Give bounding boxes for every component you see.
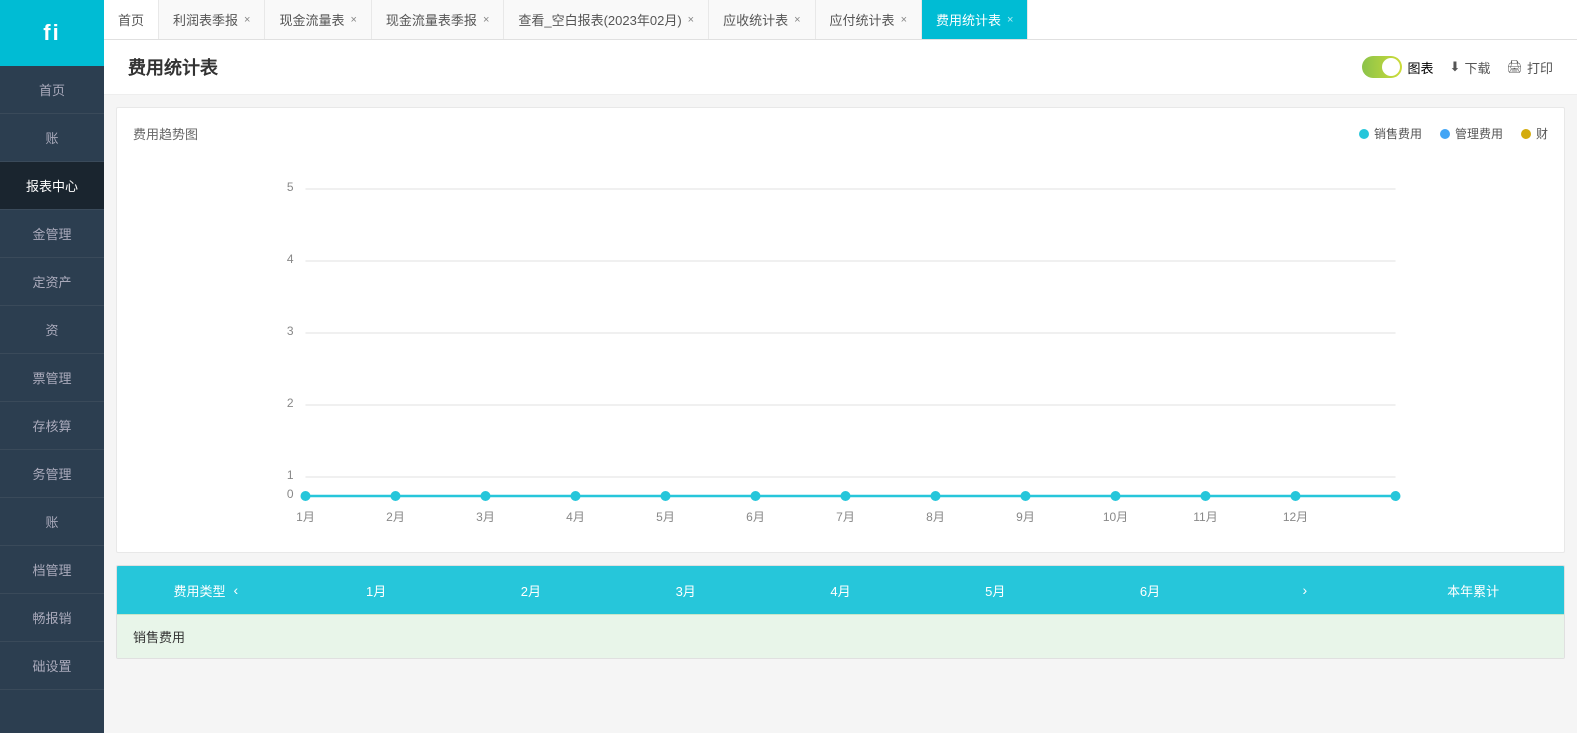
chart-header: 费用趋势图 销售费用 管理费用 财 bbox=[133, 124, 1548, 143]
sidebar-item-inventory[interactable]: 存核算 bbox=[0, 402, 104, 450]
svg-text:5: 5 bbox=[287, 180, 294, 194]
th-m3: 3月 bbox=[608, 581, 763, 600]
chart-legend: 销售费用 管理费用 财 bbox=[1359, 125, 1548, 142]
tab-cashflow[interactable]: 现金流量表 × bbox=[265, 0, 371, 40]
toggle-label: 图表 bbox=[1408, 58, 1434, 77]
chart-title: 费用趋势图 bbox=[133, 124, 198, 143]
svg-text:2: 2 bbox=[287, 396, 294, 410]
print-button[interactable]: 🖨 打印 bbox=[1506, 58, 1553, 77]
th-type: 费用类型 ‹ bbox=[117, 581, 299, 600]
header-actions: 图表 ⬇ 下载 🖨 打印 bbox=[1362, 56, 1553, 78]
page-header: 费用统计表 图表 ⬇ 下载 🖨 打印 bbox=[104, 40, 1577, 95]
tab-payable[interactable]: 应付统计表 × bbox=[816, 0, 922, 40]
svg-text:5月: 5月 bbox=[656, 510, 675, 524]
tab-cashflow-season[interactable]: 现金流量表季报 × bbox=[372, 0, 504, 40]
legend-dot-mgmt bbox=[1440, 129, 1450, 139]
svg-text:1: 1 bbox=[287, 468, 294, 482]
sidebar-item-hr[interactable]: 资 bbox=[0, 306, 104, 354]
table-next-arrow[interactable]: › bbox=[1298, 582, 1311, 598]
sidebar-item-ledger[interactable]: 账 bbox=[0, 498, 104, 546]
download-button[interactable]: ⬇ 下载 bbox=[1450, 58, 1491, 77]
tab-receivable[interactable]: 应收统计表 × bbox=[709, 0, 815, 40]
th-year-total: 本年累计 bbox=[1382, 581, 1564, 600]
legend-label-mgmt: 管理费用 bbox=[1455, 125, 1503, 142]
sidebar: fi 首页 账 报表中心 金管理 定资产 资 票管理 存核算 务管理 账 档管理… bbox=[0, 0, 104, 733]
sidebar-item-invoice[interactable]: 票管理 bbox=[0, 354, 104, 402]
table-row: 销售费用 bbox=[117, 614, 1564, 658]
sidebar-item-fund-mgmt[interactable]: 金管理 bbox=[0, 210, 104, 258]
toggle-track[interactable] bbox=[1362, 56, 1402, 78]
tab-close-cashflow-season[interactable]: × bbox=[483, 14, 489, 26]
tab-close-view-blank[interactable]: × bbox=[688, 14, 694, 26]
main-area: 首页 利润表季报 × 现金流量表 × 现金流量表季报 × 查看_空白报表(202… bbox=[104, 0, 1577, 733]
td-type: 销售费用 bbox=[117, 627, 304, 646]
legend-finance-expense: 财 bbox=[1521, 125, 1548, 142]
svg-text:3月: 3月 bbox=[476, 510, 495, 524]
svg-text:12月: 12月 bbox=[1283, 510, 1308, 524]
tab-bar: 首页 利润表季报 × 现金流量表 × 现金流量表季报 × 查看_空白报表(202… bbox=[104, 0, 1577, 40]
svg-text:0: 0 bbox=[287, 487, 294, 501]
chart-container: 费用趋势图 销售费用 管理费用 财 bbox=[116, 107, 1565, 553]
table-prev-arrow[interactable]: ‹ bbox=[230, 582, 243, 598]
sidebar-item-fixed-assets[interactable]: 定资产 bbox=[0, 258, 104, 306]
tab-home[interactable]: 首页 bbox=[104, 0, 159, 40]
th-m4: 4月 bbox=[763, 581, 918, 600]
tab-close-payable[interactable]: × bbox=[901, 14, 907, 26]
page-content: 费用统计表 图表 ⬇ 下载 🖨 打印 bbox=[104, 40, 1577, 733]
legend-label-finance: 财 bbox=[1536, 125, 1548, 142]
legend-label-sales: 销售费用 bbox=[1374, 125, 1422, 142]
svg-text:10月: 10月 bbox=[1103, 510, 1128, 524]
table-header-row: 费用类型 ‹ 1月 2月 3月 4月 5月 6月 › 本年累计 bbox=[117, 566, 1564, 614]
th-m6: 6月 bbox=[1073, 581, 1228, 600]
svg-text:9月: 9月 bbox=[1016, 510, 1035, 524]
svg-text:7月: 7月 bbox=[836, 510, 855, 524]
page-title: 费用统计表 bbox=[128, 54, 218, 80]
tab-close-cashflow[interactable]: × bbox=[350, 14, 356, 26]
chart-svg: 5 4 3 2 1 0 bbox=[133, 153, 1548, 533]
print-icon: 🖨 bbox=[1506, 59, 1523, 75]
sidebar-item-file-mgmt[interactable]: 档管理 bbox=[0, 546, 104, 594]
sidebar-logo: fi bbox=[0, 0, 104, 66]
sidebar-item-account[interactable]: 账 bbox=[0, 114, 104, 162]
legend-mgmt-expense: 管理费用 bbox=[1440, 125, 1503, 142]
toggle-thumb bbox=[1382, 58, 1400, 76]
chart-svg-wrapper: 5 4 3 2 1 0 bbox=[133, 153, 1548, 536]
tab-close-receivable[interactable]: × bbox=[794, 14, 800, 26]
sidebar-item-settings[interactable]: 础设置 bbox=[0, 642, 104, 690]
th-m5: 5月 bbox=[918, 581, 1073, 600]
sidebar-item-report-center[interactable]: 报表中心 bbox=[0, 162, 104, 210]
tab-profit-season[interactable]: 利润表季报 × bbox=[159, 0, 265, 40]
sidebar-item-home[interactable]: 首页 bbox=[0, 66, 104, 114]
chart-toggle[interactable]: 图表 bbox=[1362, 56, 1434, 78]
expense-table: 费用类型 ‹ 1月 2月 3月 4月 5月 6月 › 本年累计 销售费用 bbox=[116, 565, 1565, 659]
svg-text:6月: 6月 bbox=[746, 510, 765, 524]
svg-text:3: 3 bbox=[287, 324, 294, 338]
download-icon: ⬇ bbox=[1450, 59, 1461, 75]
svg-text:1月: 1月 bbox=[296, 510, 315, 524]
th-m2: 2月 bbox=[454, 581, 609, 600]
tab-view-blank[interactable]: 查看_空白报表(2023年02月) × bbox=[504, 0, 709, 40]
sidebar-item-service[interactable]: 务管理 bbox=[0, 450, 104, 498]
th-m1: 1月 bbox=[299, 581, 454, 600]
svg-text:8月: 8月 bbox=[926, 510, 945, 524]
tab-expense[interactable]: 费用统计表 × bbox=[922, 0, 1028, 40]
svg-text:2月: 2月 bbox=[386, 510, 405, 524]
tab-close-expense[interactable]: × bbox=[1007, 14, 1013, 26]
legend-sales-expense: 销售费用 bbox=[1359, 125, 1422, 142]
sidebar-item-sale[interactable]: 畅报销 bbox=[0, 594, 104, 642]
svg-text:4月: 4月 bbox=[566, 510, 585, 524]
th-next-arrow[interactable]: › bbox=[1227, 582, 1382, 598]
legend-dot-sales bbox=[1359, 129, 1369, 139]
tab-close-profit-season[interactable]: × bbox=[244, 14, 250, 26]
svg-text:4: 4 bbox=[287, 252, 294, 266]
legend-dot-finance bbox=[1521, 129, 1531, 139]
svg-text:11月: 11月 bbox=[1193, 510, 1217, 524]
